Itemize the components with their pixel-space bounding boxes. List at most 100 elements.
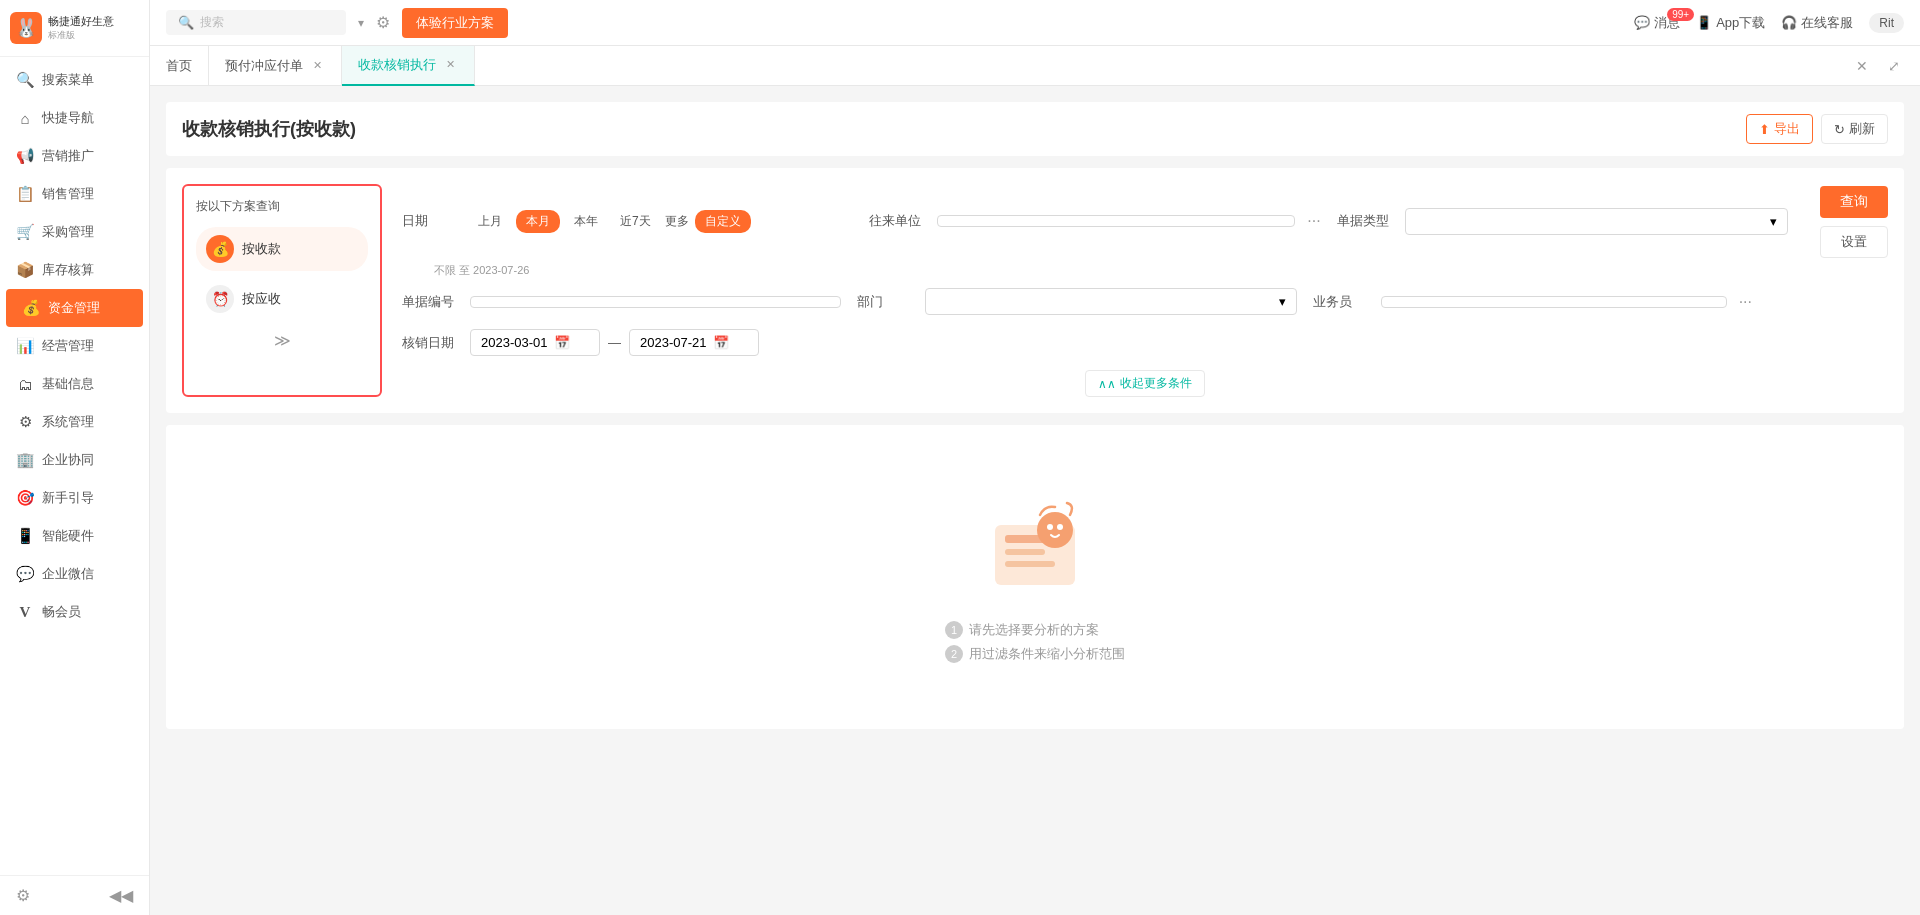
sidebar-item-search[interactable]: 🔍 搜索菜单: [0, 61, 149, 99]
app-icon: 📱: [1696, 15, 1712, 30]
logo-icon: 🐰: [10, 12, 42, 44]
setting-button[interactable]: 设置: [1820, 226, 1888, 258]
solution-button[interactable]: 体验行业方案: [402, 8, 508, 38]
basic-info-icon: 🗂: [16, 376, 34, 393]
filter-actions: 查询 设置: [1820, 184, 1888, 258]
operations-icon: 📊: [16, 337, 34, 355]
topbar-dropdown-icon[interactable]: ▾: [358, 16, 364, 30]
date-more-btn[interactable]: 更多: [665, 213, 689, 230]
page-title-bar: 收款核销执行(按收款) ⬆ 导出 ↻ 刷新: [166, 102, 1904, 156]
receivable-option-icon: ⏰: [206, 285, 234, 313]
filter-options-panel: 按以下方案查询 💰 按收款 ⏰ 按应收 ≫: [182, 184, 382, 397]
voucher-type-select[interactable]: ▾: [1405, 208, 1788, 235]
offset-date-start-input[interactable]: 2023-03-01 📅: [470, 329, 600, 356]
tab-receipt-offset[interactable]: 收款核销执行 ✕: [342, 46, 475, 86]
department-select[interactable]: ▾: [925, 288, 1296, 315]
offset-date-field: 核销日期 2023-03-01 📅 — 2023-07-21 📅: [402, 329, 759, 356]
sidebar-item-inventory[interactable]: 📦 库存核算: [0, 251, 149, 289]
date-btn-this-year[interactable]: 本年: [566, 210, 606, 233]
sidebar-item-quick-nav[interactable]: ⌂ 快捷导航: [0, 99, 149, 137]
date-buttons-group: 上月 本月 本年 近7天 更多 自定义: [470, 210, 751, 233]
page-title: 收款核销执行(按收款): [182, 117, 356, 141]
sidebar: 🐰 畅捷通好生意 标准版 🔍 搜索菜单 ⌂ 快捷导航 📢 营销推广 📋 销售管理…: [0, 0, 150, 915]
refresh-button[interactable]: ↻ 刷新: [1821, 114, 1888, 144]
filter-option-by-receivable[interactable]: ⏰ 按应收: [196, 277, 368, 321]
date-btn-last-month[interactable]: 上月: [470, 210, 510, 233]
date-btn-this-month[interactable]: 本月: [516, 210, 560, 233]
sidebar-item-wechat[interactable]: 💬 企业微信: [0, 555, 149, 593]
query-button[interactable]: 查询: [1820, 186, 1888, 218]
sidebar-nav: 🔍 搜索菜单 ⌂ 快捷导航 📢 营销推广 📋 销售管理 🛒 采购管理 📦 库存核…: [0, 57, 149, 875]
tab-prepay-close[interactable]: ✕: [309, 58, 325, 74]
counterpart-input[interactable]: [937, 215, 1295, 227]
app-download-button[interactable]: 📱 App下载: [1696, 14, 1765, 32]
page-actions: ⬆ 导出 ↻ 刷新: [1746, 114, 1888, 144]
counterpart-dots[interactable]: ···: [1307, 212, 1320, 230]
tabs-right-controls: ✕ ⤢: [1848, 52, 1920, 80]
voucher-no-input[interactable]: [470, 296, 841, 308]
content-area: 1 请先选择要分析的方案 2 用过滤条件来缩小分析范围: [166, 425, 1904, 729]
svg-point-6: [1057, 524, 1063, 530]
sidebar-item-finance[interactable]: 💰 资金管理: [6, 289, 143, 327]
voucher-type-field: 单据类型 ▾: [1337, 208, 1788, 235]
filter-row-3: 核销日期 2023-03-01 📅 — 2023-07-21 📅: [402, 329, 1888, 356]
settings-icon[interactable]: ⚙: [16, 886, 30, 905]
tab-close-all-icon[interactable]: ✕: [1848, 52, 1876, 80]
tab-bar: 首页 预付冲应付单 ✕ 收款核销执行 ✕ ✕ ⤢: [150, 46, 1920, 86]
export-icon: ⬆: [1759, 122, 1770, 137]
voucher-no-field: 单据编号: [402, 293, 841, 311]
staff-input[interactable]: [1381, 296, 1727, 308]
refresh-icon: ↻: [1834, 122, 1845, 137]
date-limit-text: 不限 至 2023-07-26: [434, 262, 1888, 278]
sidebar-item-enterprise[interactable]: 🏢 企业协同: [0, 441, 149, 479]
tab-prepay[interactable]: 预付冲应付单 ✕: [209, 46, 342, 86]
select-chevron-icon: ▾: [1770, 214, 1777, 229]
sidebar-item-purchase[interactable]: 🛒 采购管理: [0, 213, 149, 251]
sidebar-item-operations[interactable]: 📊 经营管理: [0, 327, 149, 365]
tab-home[interactable]: 首页: [150, 46, 209, 86]
wechat-icon: 💬: [16, 565, 34, 583]
topbar-search[interactable]: 🔍 搜索: [166, 10, 346, 35]
sidebar-item-sales[interactable]: 📋 销售管理: [0, 175, 149, 213]
counterpart-field: 往来单位 ···: [869, 212, 1320, 230]
filter-panel: 按以下方案查询 💰 按收款 ⏰ 按应收 ≫ 日期: [166, 168, 1904, 413]
filter-option-by-receipt[interactable]: 💰 按收款: [196, 227, 368, 271]
sidebar-item-marketing[interactable]: 📢 营销推广: [0, 137, 149, 175]
sidebar-item-system[interactable]: ⚙ 系统管理: [0, 403, 149, 441]
svg-point-4: [1037, 512, 1073, 548]
empty-tip-2: 2 用过滤条件来缩小分析范围: [945, 645, 1125, 663]
staff-field: 业务员 ···: [1313, 293, 1752, 311]
marketing-icon: 📢: [16, 147, 34, 165]
staff-dots[interactable]: ···: [1739, 293, 1752, 311]
system-icon: ⚙: [16, 413, 34, 431]
filter-collapse-icon[interactable]: ≫: [196, 327, 368, 354]
sidebar-item-basic-info[interactable]: 🗂 基础信息: [0, 365, 149, 403]
sidebar-item-vip[interactable]: V 畅会员: [0, 593, 149, 631]
date-custom-btn[interactable]: 自定义: [695, 210, 751, 233]
topbar: 🔍 搜索 ▾ ⚙ 体验行业方案 💬 消息 99+ 📱 App下载 🎧 在线客服 …: [150, 0, 1920, 46]
collapse-sidebar-icon[interactable]: ◀◀: [109, 886, 133, 905]
offset-date-end-input[interactable]: 2023-07-21 📅: [629, 329, 759, 356]
topbar-gear-icon[interactable]: ⚙: [376, 13, 390, 32]
calendar-start-icon: 📅: [554, 335, 570, 350]
sidebar-item-hardware[interactable]: 📱 智能硬件: [0, 517, 149, 555]
tab-receipt-close[interactable]: ✕: [442, 57, 458, 73]
purchase-icon: 🛒: [16, 223, 34, 241]
tab-expand-icon[interactable]: ⤢: [1880, 52, 1908, 80]
online-service-button[interactable]: 🎧 在线客服: [1781, 14, 1853, 32]
export-button[interactable]: ⬆ 导出: [1746, 114, 1813, 144]
search-icon: 🔍: [178, 15, 194, 30]
sidebar-item-guide[interactable]: 🎯 新手引导: [0, 479, 149, 517]
empty-illustration: [975, 485, 1095, 605]
message-button[interactable]: 💬 消息 99+: [1634, 14, 1680, 32]
vip-icon: V: [16, 604, 34, 621]
service-icon: 🎧: [1781, 15, 1797, 30]
date-btn-7days[interactable]: 近7天: [612, 210, 659, 233]
empty-tip-1: 1 请先选择要分析的方案: [945, 621, 1125, 639]
user-avatar[interactable]: Rit: [1869, 13, 1904, 33]
filter-row-1: 日期 上月 本月 本年 近7天 更多 自定义 往来单位 ···: [402, 184, 1888, 258]
svg-rect-2: [1005, 549, 1045, 555]
collapse-more-btn[interactable]: ∧∧ 收起更多条件: [1085, 370, 1205, 397]
collapse-icon: ∧∧: [1098, 377, 1116, 391]
filter-row-2: 单据编号 部门 ▾ 业务员 ···: [402, 288, 1888, 315]
